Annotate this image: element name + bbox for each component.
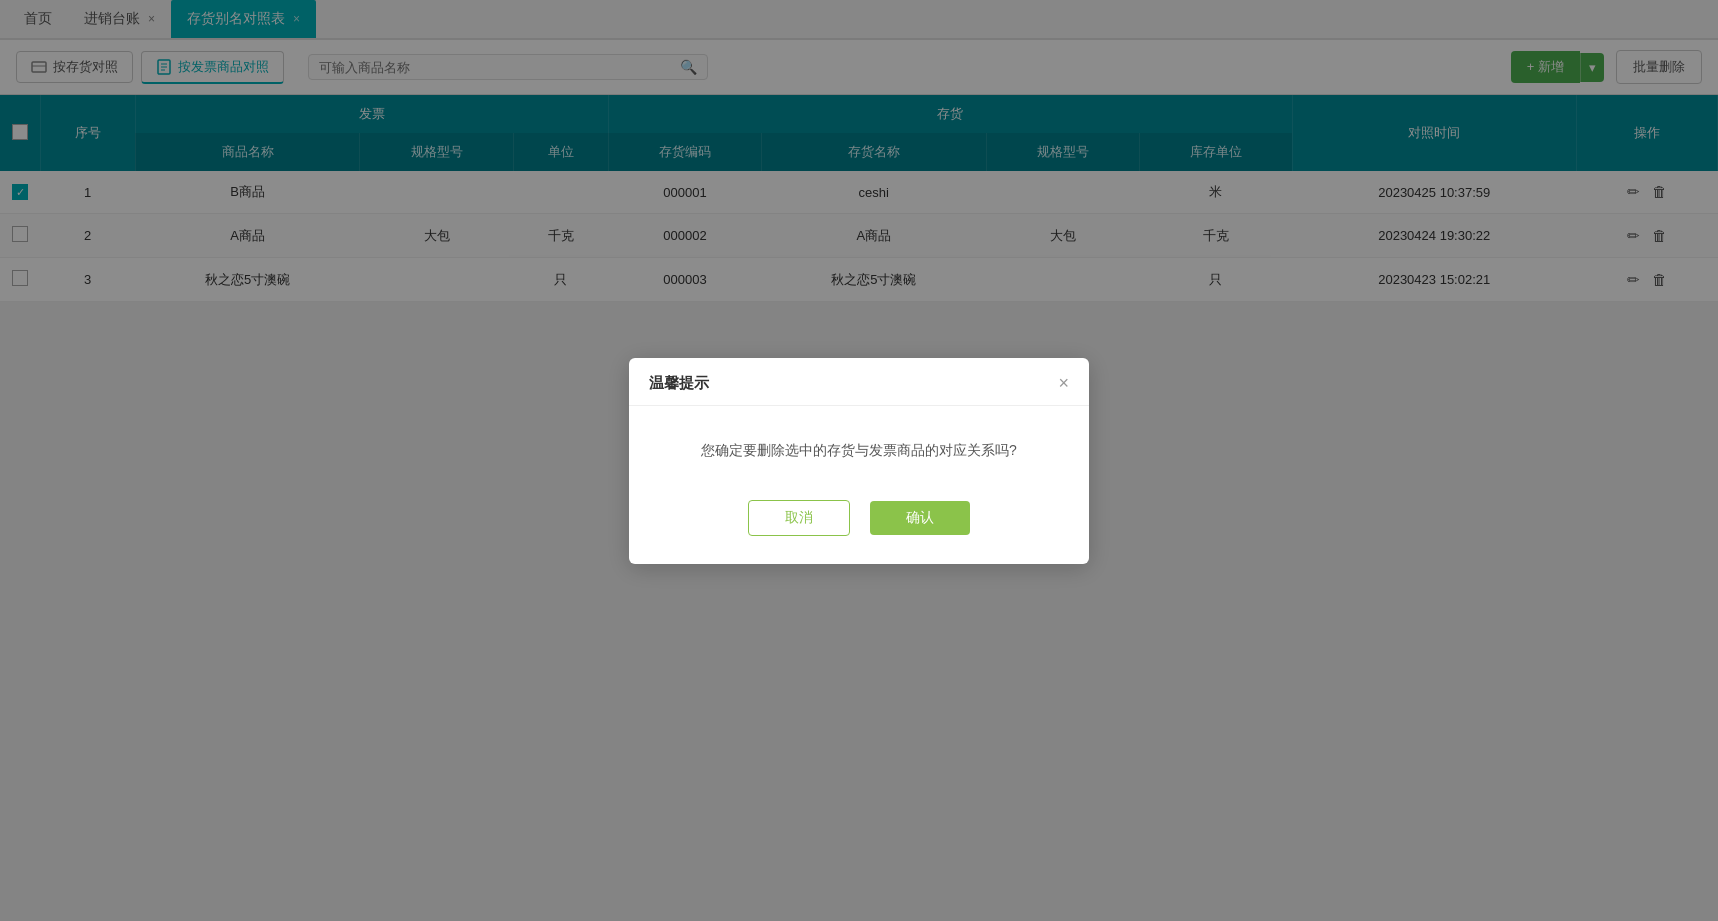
modal-overlay: 温馨提示 × 您确定要删除选中的存货与发票商品的对应关系吗? 取消 确认 xyxy=(0,0,1718,302)
